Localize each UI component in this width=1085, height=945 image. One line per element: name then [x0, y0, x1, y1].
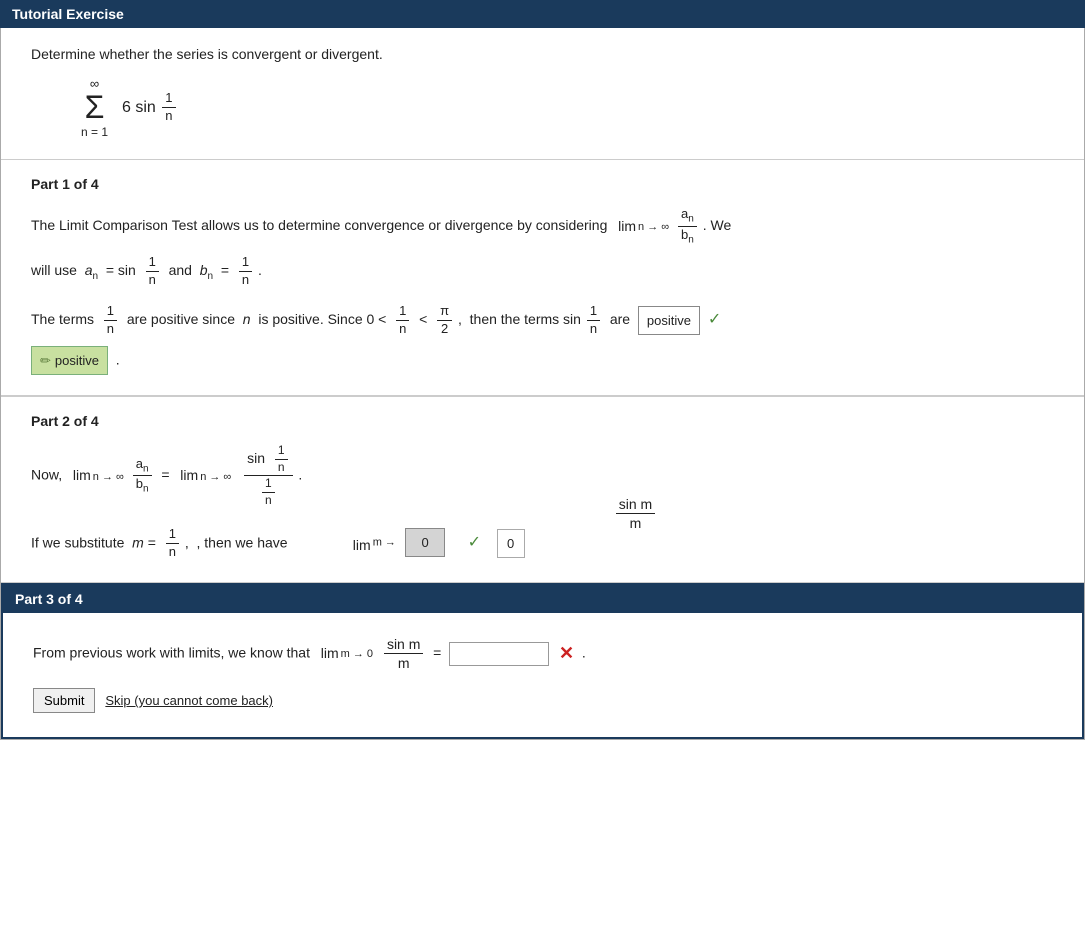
- part3-sin-m-frac: sin m m: [384, 635, 423, 672]
- part3-buttons: Submit Skip (you cannot come back): [33, 688, 1052, 713]
- skip-button[interactable]: Skip (you cannot come back): [105, 693, 273, 708]
- part1-bn-frac: 1 n: [239, 254, 252, 289]
- part1-check-icon: ✓: [708, 311, 721, 328]
- part3-section: Part 3 of 4 From previous work with limi…: [1, 583, 1084, 740]
- part2-lim-val-box: 0: [405, 528, 445, 557]
- part1-one-over-n: 1 n: [104, 303, 117, 338]
- pencil-icon: ✏: [40, 353, 51, 368]
- problem-statement: Determine whether the series is converge…: [31, 46, 1054, 62]
- sigma-symbol: Σ: [85, 91, 105, 123]
- term-fraction: 1 n: [162, 90, 175, 125]
- sigma-subscript: n = 1: [81, 125, 108, 139]
- header-title: Tutorial Exercise: [12, 6, 124, 22]
- part3-x-icon: ✕: [559, 643, 574, 663]
- part1-answer-box: positive: [638, 306, 700, 335]
- part1-an-frac: 1 n: [146, 254, 159, 289]
- part3-header: Part 3 of 4: [3, 585, 1082, 613]
- part1-lim-expr: lim n → ∞: [618, 214, 669, 239]
- part2-answer-badge: 0: [497, 529, 525, 558]
- part2-lim1: lim n → ∞: [73, 463, 124, 488]
- part3-line1: From previous work with limits, we know …: [33, 635, 1052, 672]
- part2-line1: Now, lim n → ∞ an bn = lim n → ∞ sin 1 n: [31, 443, 1054, 508]
- part3-lim: lim m → 0: [321, 641, 373, 666]
- part1-pi-frac: π 2: [437, 303, 452, 338]
- part2-section: Part 2 of 4 Now, lim n → ∞ an bn = lim n…: [1, 397, 1084, 583]
- part1-badge-line: ✏positive .: [31, 346, 1054, 375]
- part1-section: Part 1 of 4 The Limit Comparison Test al…: [1, 160, 1084, 396]
- problem-section: Determine whether the series is converge…: [1, 28, 1084, 160]
- part1-line2: will use an = sin 1 n and bn = 1 n .: [31, 254, 1054, 289]
- submit-button[interactable]: Submit: [33, 688, 95, 713]
- part1-frac2: 1 n: [587, 303, 600, 338]
- series-display: ∞ Σ n = 1 6 sin 1 n: [81, 76, 1054, 139]
- part3-answer-input[interactable]: [449, 642, 549, 666]
- part1-line3: The terms 1 n are positive since n is po…: [31, 303, 1054, 338]
- part2-m-frac: 1 n: [166, 526, 179, 561]
- part2-check-icon: ✓: [468, 534, 481, 551]
- part2-lim2: lim n → ∞: [180, 463, 231, 488]
- series-term: 6 sin: [122, 99, 160, 117]
- part1-line1: The Limit Comparison Test allows us to d…: [31, 206, 1054, 246]
- sigma-block: ∞ Σ n = 1: [81, 76, 108, 139]
- tutorial-header: Tutorial Exercise: [0, 0, 1085, 28]
- part1-an-bn-frac: an bn: [678, 206, 697, 246]
- part1-header: Part 1 of 4: [31, 176, 1054, 192]
- part2-lim3: lim m → 0: [353, 528, 445, 558]
- part2-big-frac: sin 1 n 1 n: [244, 443, 292, 508]
- part2-an-bn-frac: an bn: [133, 456, 152, 496]
- part2-line2: If we substitute m = 1 n , , then we hav…: [31, 525, 1054, 562]
- part1-frac1: 1 n: [396, 303, 409, 338]
- part3-inner: From previous work with limits, we know …: [3, 613, 1082, 738]
- part2-sin-m-frac: sin m m: [616, 495, 655, 532]
- part2-header: Part 2 of 4: [31, 413, 1054, 429]
- part1-answer-badge: ✏positive: [31, 346, 108, 375]
